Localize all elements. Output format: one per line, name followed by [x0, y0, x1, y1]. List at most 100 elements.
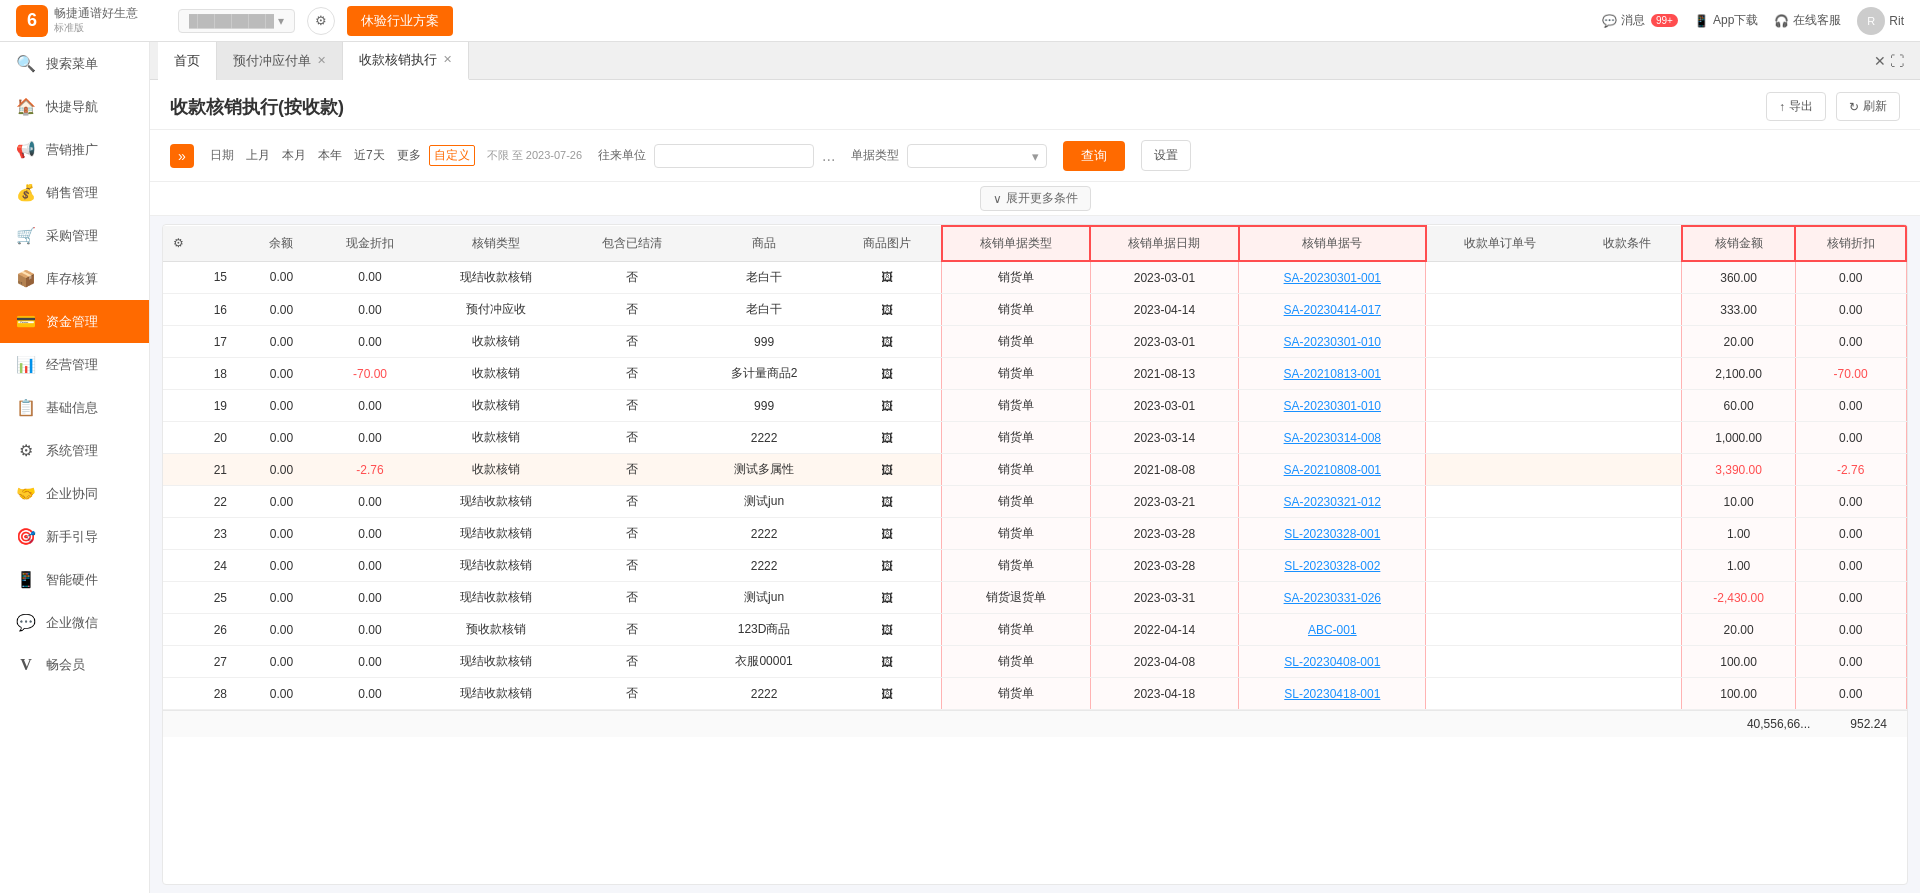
cell-verify_bill_date: 2023-03-01: [1090, 326, 1239, 358]
tab-fullscreen-button[interactable]: ⛶: [1890, 53, 1904, 69]
sidebar-item-inventory[interactable]: 📦 库存核算: [0, 257, 149, 300]
tab-home[interactable]: 首页: [158, 42, 217, 80]
table-footer: 40,556,66... 952.24: [163, 710, 1907, 737]
date-link-more[interactable]: 更多: [393, 145, 425, 166]
table-row[interactable]: 160.000.00预付冲应收否老白干🖼销货单2023-04-14SA-2023…: [163, 294, 1906, 326]
date-link-7days[interactable]: 近7天: [350, 145, 389, 166]
sidebar-item-marketing[interactable]: 📢 营销推广: [0, 128, 149, 171]
cell-verify_bill_no[interactable]: SA-20230301-010: [1239, 326, 1426, 358]
cell-balance: 0.00: [247, 678, 317, 710]
expand-more-bar: ∨ 展开更多条件: [150, 182, 1920, 216]
table-row[interactable]: 240.000.00现结收款核销否2222🖼销货单2023-03-28SL-20…: [163, 550, 1906, 582]
filter-bar: » 日期 上月 本月 本年 近7天 更多 自定义 不限 至 2023-07-26: [150, 130, 1920, 182]
cell-include_settled: 否: [569, 678, 695, 710]
export-button[interactable]: ↑ 导出: [1766, 92, 1826, 121]
partner-input[interactable]: [654, 144, 814, 168]
table-row[interactable]: 200.000.00收款核销否2222🖼销货单2023-03-14SA-2023…: [163, 422, 1906, 454]
messages-button[interactable]: 💬 消息 99+: [1602, 12, 1678, 29]
cell-balance: 0.00: [247, 390, 317, 422]
cell-receipt_condition: [1573, 294, 1682, 326]
cell-receipt_condition: [1573, 678, 1682, 710]
refresh-button[interactable]: ↻ 刷新: [1836, 92, 1900, 121]
cell-receipt_condition: [1573, 550, 1682, 582]
sidebar-item-guide[interactable]: 🎯 新手引导: [0, 515, 149, 558]
sidebar-item-system[interactable]: ⚙ 系统管理: [0, 429, 149, 472]
table-row[interactable]: 210.00-2.76收款核销否测试多属性🖼销货单2021-08-08SA-20…: [163, 454, 1906, 486]
filter-date-group: 日期 上月 本月 本年 近7天 更多 自定义 不限 至 2023-07-26: [210, 145, 582, 166]
cell-verify_bill_no[interactable]: SA-20230321-012: [1239, 486, 1426, 518]
date-link-custom[interactable]: 自定义: [429, 145, 475, 166]
messages-badge: 99+: [1651, 14, 1678, 27]
cell-balance: 0.00: [247, 646, 317, 678]
tab-prepay[interactable]: 预付冲应付单 ✕: [217, 42, 343, 80]
user-menu[interactable]: R Rit: [1857, 7, 1904, 35]
cell-seq: 24: [194, 550, 247, 582]
table-container[interactable]: ⚙ 余额 现金折扣 核销类型 包含已结清 商品 商品图片 核销单据类型 核销单据…: [162, 224, 1908, 885]
sidebar-item-collab[interactable]: 🤝 企业协同: [0, 472, 149, 515]
cell-verify_bill_no[interactable]: SA-20230301-001: [1239, 261, 1426, 294]
tab-bar: 首页 预付冲应付单 ✕ 收款核销执行 ✕ ✕ ⛶: [150, 42, 1920, 80]
cell-verify_bill_no[interactable]: ABC-001: [1239, 614, 1426, 646]
cell-settings: [163, 261, 194, 294]
cell-include_settled: 否: [569, 261, 695, 294]
table-row[interactable]: 280.000.00现结收款核销否2222🖼销货单2023-04-18SL-20…: [163, 678, 1906, 710]
sidebar-item-wechat[interactable]: 💬 企业微信: [0, 601, 149, 644]
cell-verify_bill_no[interactable]: SA-20230314-008: [1239, 422, 1426, 454]
cell-verify_bill_no[interactable]: SL-20230328-002: [1239, 550, 1426, 582]
footer-total: 40,556,66...: [1747, 717, 1810, 731]
cell-verify_bill_no[interactable]: SL-20230408-001: [1239, 646, 1426, 678]
table-row[interactable]: 150.000.00现结收款核销否老白干🖼销货单2023-03-01SA-202…: [163, 261, 1906, 294]
table-row[interactable]: 220.000.00现结收款核销否测试jun🖼销货单2023-03-21SA-2…: [163, 486, 1906, 518]
sidebar-item-hardware[interactable]: 📱 智能硬件: [0, 558, 149, 601]
sidebar-item-purchase[interactable]: 🛒 采购管理: [0, 214, 149, 257]
table-row[interactable]: 170.000.00收款核销否999🖼销货单2023-03-01SA-20230…: [163, 326, 1906, 358]
query-button[interactable]: 查询: [1063, 141, 1125, 171]
app-download-button[interactable]: 📱 App下载: [1694, 12, 1758, 29]
cell-verify_bill_no[interactable]: SA-20230301-010: [1239, 390, 1426, 422]
table-row[interactable]: 270.000.00现结收款核销否衣服00001🖼销货单2023-04-08SL…: [163, 646, 1906, 678]
tab-close-all-button[interactable]: ✕: [1874, 53, 1886, 69]
sidebar-item-sales[interactable]: 💰 销售管理: [0, 171, 149, 214]
col-header-cash-discount: 现金折扣: [316, 226, 423, 261]
col-header-settings[interactable]: ⚙: [163, 226, 194, 261]
company-selector[interactable]: ██████████ ▾: [178, 9, 295, 33]
online-service-button[interactable]: 🎧 在线客服: [1774, 12, 1841, 29]
cell-balance: 0.00: [247, 518, 317, 550]
sidebar-item-operations[interactable]: 📊 经营管理: [0, 343, 149, 386]
cell-verify_bill_no[interactable]: SA-20210813-001: [1239, 358, 1426, 390]
expand-more-button[interactable]: ∨ 展开更多条件: [980, 186, 1091, 211]
tab-verify[interactable]: 收款核销执行 ✕: [343, 42, 469, 80]
cell-verify_bill_no[interactable]: SA-20230331-026: [1239, 582, 1426, 614]
filter-expand-button[interactable]: »: [170, 144, 194, 168]
cell-verify_bill_no[interactable]: SA-20210808-001: [1239, 454, 1426, 486]
date-link-this-year[interactable]: 本年: [314, 145, 346, 166]
date-link-this-month[interactable]: 本月: [278, 145, 310, 166]
sidebar-item-basic-info[interactable]: 📋 基础信息: [0, 386, 149, 429]
sidebar-item-nav[interactable]: 🏠 快捷导航: [0, 85, 149, 128]
sidebar-item-member[interactable]: V 畅会员: [0, 644, 149, 686]
cell-verify_amount: 10.00: [1682, 486, 1795, 518]
cell-verify_bill_no[interactable]: SL-20230328-001: [1239, 518, 1426, 550]
cell-receipt_condition: [1573, 646, 1682, 678]
table-row[interactable]: 230.000.00现结收款核销否2222🖼销货单2023-03-28SL-20…: [163, 518, 1906, 550]
cell-include_settled: 否: [569, 614, 695, 646]
settings-gear-button[interactable]: ⚙: [307, 7, 335, 35]
cell-product_image: 🖼: [833, 358, 942, 390]
table-row[interactable]: 190.000.00收款核销否999🖼销货单2023-03-01SA-20230…: [163, 390, 1906, 422]
cell-product: 测试jun: [696, 582, 833, 614]
filter-settings-button[interactable]: 设置: [1141, 140, 1191, 171]
sidebar-item-finance[interactable]: 💳 资金管理: [0, 300, 149, 343]
tab-verify-close[interactable]: ✕: [443, 53, 452, 66]
cell-cash_discount: 0.00: [316, 486, 423, 518]
bill-type-select[interactable]: [907, 144, 1047, 168]
date-link-last-month[interactable]: 上月: [242, 145, 274, 166]
table-row[interactable]: 180.00-70.00收款核销否多计量商品2🖼销货单2021-08-13SA-…: [163, 358, 1906, 390]
table-row[interactable]: 260.000.00预收款核销否123D商品🖼销货单2022-04-14ABC-…: [163, 614, 1906, 646]
industry-solution-button[interactable]: 休验行业方案: [347, 6, 453, 36]
cell-verify_bill_no[interactable]: SA-20230414-017: [1239, 294, 1426, 326]
table-row[interactable]: 250.000.00现结收款核销否测试jun🖼销货退货单2023-03-31SA…: [163, 582, 1906, 614]
cell-settings: [163, 646, 194, 678]
sidebar-item-search[interactable]: 🔍 搜索菜单: [0, 42, 149, 85]
cell-verify_bill_no[interactable]: SL-20230418-001: [1239, 678, 1426, 710]
tab-prepay-close[interactable]: ✕: [317, 54, 326, 67]
